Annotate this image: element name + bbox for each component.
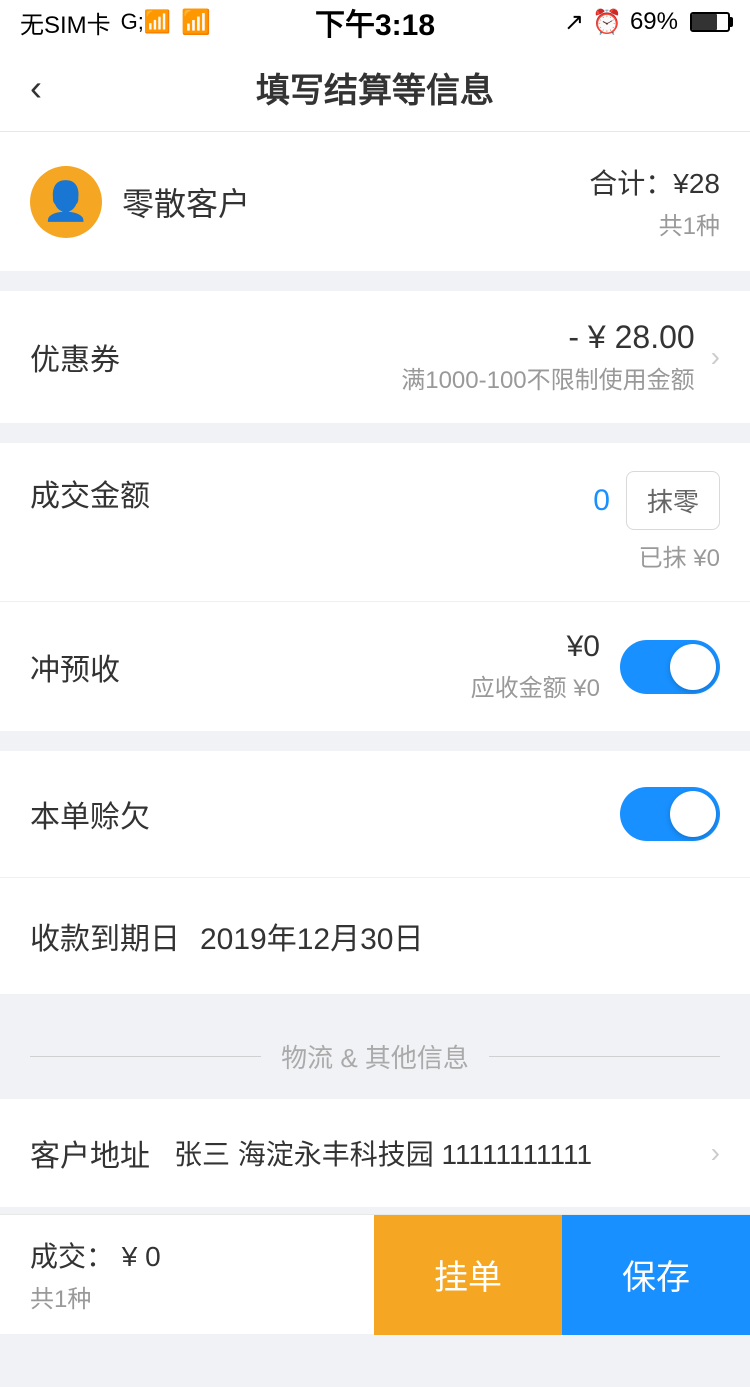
deal-amount-value: 0: [593, 484, 610, 518]
address-label: 客户地址: [30, 1131, 150, 1175]
discount-amount: - ¥ 28.00: [401, 319, 694, 356]
coupon-discount: - ¥ 28.00 满1000-100不限制使用金额: [401, 319, 694, 395]
debt-toggle[interactable]: [620, 787, 720, 841]
logistics-section: 物流 & 其他信息: [0, 1014, 750, 1099]
battery-percent: 69%: [630, 8, 678, 36]
deal-amount-row: 成交金额 0 抹零 已抹 ¥0: [0, 443, 750, 601]
address-row[interactable]: 客户地址 张三 海淀永丰科技园 11111111111 ›: [0, 1099, 750, 1207]
alarm-icon: ⏰: [592, 8, 622, 37]
prepayment-values: ¥0 应收金额 ¥0: [471, 630, 600, 703]
logistics-line-left: [30, 1056, 261, 1057]
coupon-card: 优惠券 - ¥ 28.00 满1000-100不限制使用金额 ›: [0, 291, 750, 423]
address-card: 客户地址 张三 海淀永丰科技园 11111111111 ›: [0, 1099, 750, 1207]
prepayment-amount: ¥0: [471, 630, 600, 664]
page-title: 填写结算等信息: [256, 63, 494, 112]
status-bar: 无SIM卡 G;📶 📶 下午3:18 ↗ ⏰ 69%: [0, 0, 750, 44]
deal-amount-label: 成交金额: [30, 471, 150, 515]
deal-card: 成交金额 0 抹零 已抹 ¥0 冲预收 ¥0 应收金额 ¥0: [0, 443, 750, 731]
customer-right: 合计：¥28 共1种: [589, 162, 720, 241]
prepayment-label: 冲预收: [30, 645, 120, 689]
round-zero-button[interactable]: 抹零: [626, 471, 720, 530]
location-icon: ↗: [564, 8, 584, 37]
debt-row: 本单赊欠: [0, 751, 750, 877]
total-count: 共1种: [589, 206, 720, 241]
back-button[interactable]: ‹: [30, 67, 42, 109]
logistics-label: 物流 & 其他信息: [261, 1038, 489, 1075]
prepayment-toggle[interactable]: [620, 640, 720, 694]
status-right: ↗ ⏰ 69%: [564, 8, 730, 37]
status-time: 下午3:18: [315, 0, 435, 44]
already-zeroed-label: 已抹 ¥0: [639, 538, 720, 573]
debt-label: 本单赊欠: [30, 792, 150, 836]
wifi-icon: G;📶: [121, 9, 172, 35]
customer-name: 零散客户: [122, 179, 250, 225]
address-value: 张三 海淀永丰科技园 11111111111: [174, 1133, 711, 1173]
debt-card: 本单赊欠 收款到期日 2019年12月30日: [0, 751, 750, 994]
discount-desc: 满1000-100不限制使用金额: [401, 360, 694, 395]
bottom-deal-value: ¥ 0: [122, 1241, 161, 1272]
coupon-row[interactable]: 优惠券 - ¥ 28.00 满1000-100不限制使用金额 ›: [0, 291, 750, 423]
logistics-line-right: [489, 1056, 720, 1057]
coupon-right: - ¥ 28.00 满1000-100不限制使用金额 ›: [401, 319, 720, 395]
prepayment-row: 冲预收 ¥0 应收金额 ¥0: [0, 601, 750, 731]
prepayment-right: ¥0 应收金额 ¥0: [471, 630, 720, 703]
address-chevron-icon: ›: [711, 1137, 720, 1169]
due-date-value: 2019年12月30日: [200, 914, 423, 958]
due-date-row: 收款到期日 2019年12月30日: [0, 877, 750, 994]
debt-toggle-knob: [670, 791, 716, 837]
deal-amount-right: 0 抹零 已抹 ¥0: [593, 471, 720, 573]
avatar-icon: 👤: [42, 180, 89, 224]
bottom-deal-label: 成交：: [30, 1241, 114, 1272]
bottom-deal-amount: 成交： ¥ 0: [30, 1235, 344, 1275]
save-button[interactable]: 保存: [562, 1215, 750, 1335]
deal-amount-controls: 0 抹零: [593, 471, 720, 530]
total-label: 合计：¥28: [589, 162, 720, 202]
status-left: 无SIM卡 G;📶 📶: [20, 5, 211, 40]
customer-card: 👤 零散客户 合计：¥28 共1种: [0, 132, 750, 271]
prepayment-toggle-knob: [670, 644, 716, 690]
bottom-info: 成交： ¥ 0 共1种: [0, 1235, 374, 1314]
customer-row: 👤 零散客户 合计：¥28 共1种: [0, 132, 750, 271]
coupon-label: 优惠券: [30, 335, 120, 379]
bottom-bar: 成交： ¥ 0 共1种 挂单 保存: [0, 1214, 750, 1334]
bottom-count: 共1种: [30, 1279, 344, 1314]
hang-button[interactable]: 挂单: [374, 1215, 562, 1335]
avatar: 👤: [30, 166, 102, 238]
sim-label: 无SIM卡: [20, 5, 111, 40]
nav-bar: ‹ 填写结算等信息: [0, 44, 750, 132]
coupon-chevron-icon: ›: [711, 341, 720, 373]
prepayment-receivable: 应收金额 ¥0: [471, 668, 600, 703]
customer-left: 👤 零散客户: [30, 166, 250, 238]
wifi-text: 📶: [181, 8, 211, 37]
due-date-label: 收款到期日: [30, 914, 180, 958]
battery-icon: [690, 12, 730, 32]
